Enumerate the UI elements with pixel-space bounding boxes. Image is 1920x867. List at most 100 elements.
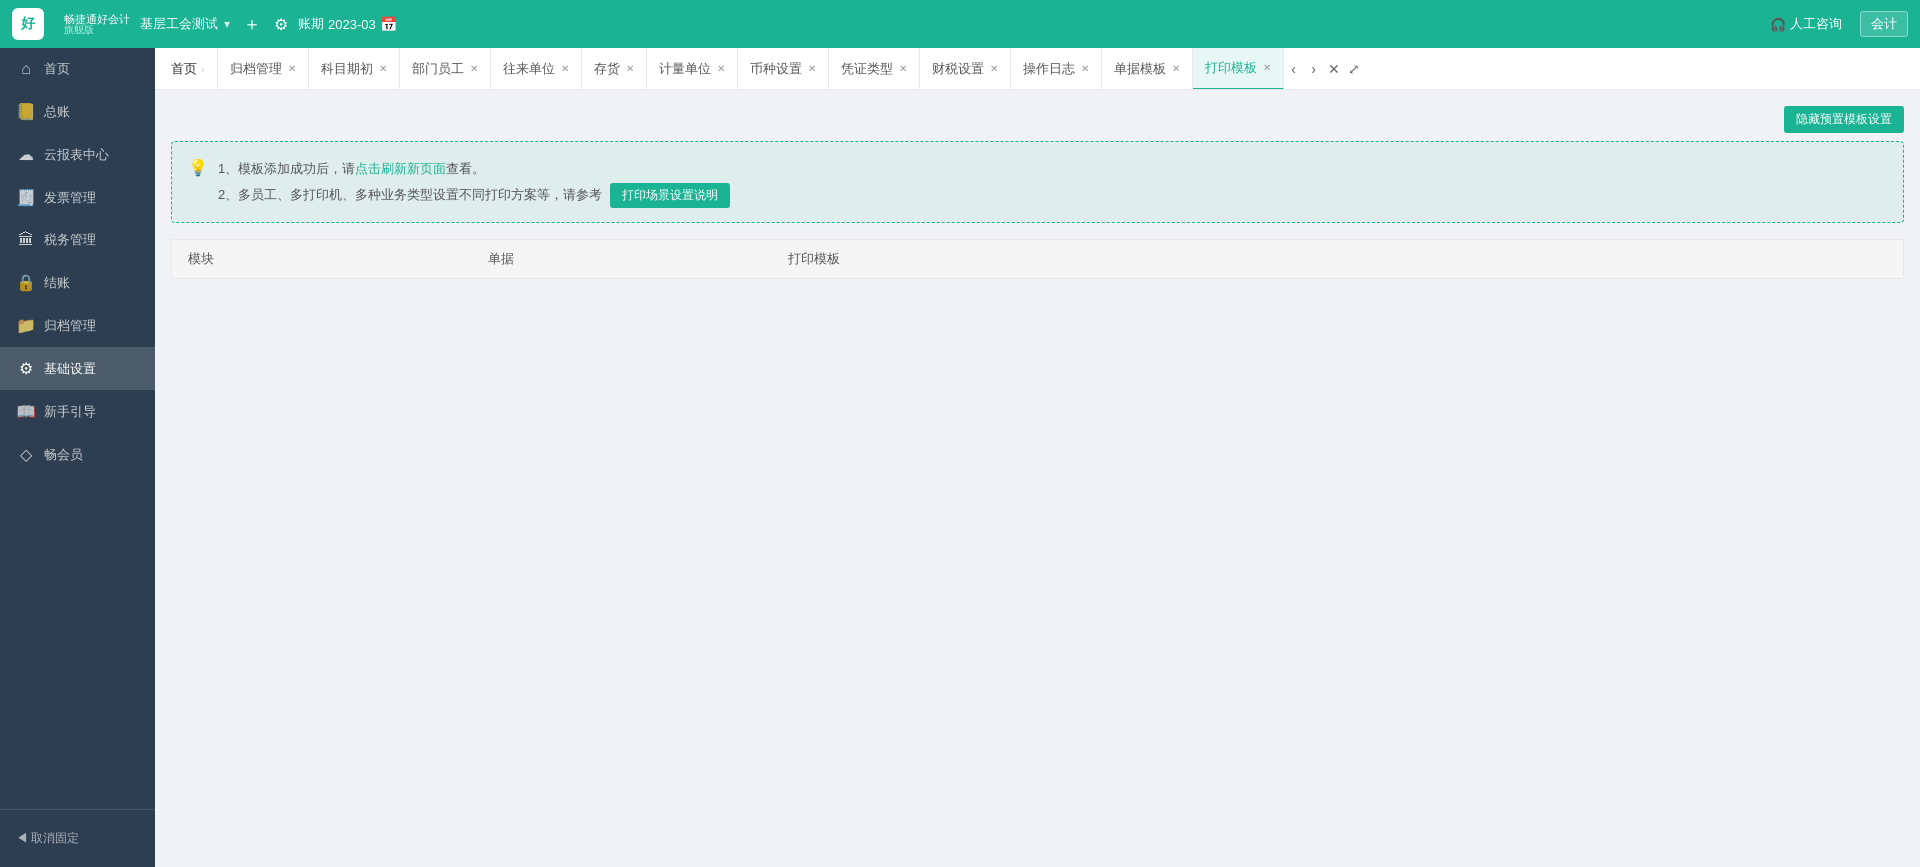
tab-voucher[interactable]: 凭证类型 ✕ (829, 48, 920, 90)
main-area: ⌂ 首页 📒 总账 ☁ 云报表中心 🧾 发票管理 🏛 税务管理 🔒 结账 (0, 48, 1920, 867)
lock-icon: 🔒 (16, 273, 36, 292)
tab-next-button[interactable]: › (1304, 48, 1324, 90)
tab-close-taxset[interactable]: ✕ (990, 63, 998, 74)
company-name: 基层工会测试 (140, 15, 218, 33)
tab-close-currency[interactable]: ✕ (808, 63, 816, 74)
sidebar-label-closing: 结账 (44, 274, 70, 292)
logo-area: 好 (12, 8, 44, 40)
print-scene-button[interactable]: 打印场景设置说明 (610, 183, 730, 208)
hide-template-button[interactable]: 隐藏预置模板设置 (1784, 106, 1904, 133)
tab-close-all-button[interactable]: ✕ (1324, 48, 1344, 90)
calendar-icon[interactable]: 📅 (380, 16, 397, 32)
tab-close-subject[interactable]: ✕ (379, 63, 387, 74)
refresh-link[interactable]: 点击刷新新页面 (355, 161, 446, 176)
info-line2: 2、多员工、多打印机、多种业务类型设置不同打印方案等，请参考 打印场景设置说明 (218, 182, 734, 208)
sidebar-item-home[interactable]: ⌂ 首页 (0, 48, 155, 90)
tab-label-unit: 计量单位 (659, 60, 711, 78)
info-line2-prefix: 2、多员工、多打印机、多种业务类型设置不同打印方案等，请参考 (218, 187, 602, 202)
sidebar-label-invoice: 发票管理 (44, 189, 96, 207)
tax-icon: 🏛 (16, 231, 36, 249)
tab-label-vendor: 往来单位 (503, 60, 555, 78)
tab-close-singledoc[interactable]: ✕ (1172, 63, 1180, 74)
unpin-button[interactable]: ◀ 取消固定 (0, 822, 155, 855)
tab-label-home: 首页 (171, 60, 197, 78)
home-icon: ⌂ (16, 60, 36, 78)
sidebar-item-basic[interactable]: ⚙ 基础设置 (0, 347, 155, 390)
sidebar-item-ledger[interactable]: 📒 总账 (0, 90, 155, 133)
sidebar-bottom: ◀ 取消固定 (0, 809, 155, 867)
tab-prev-button[interactable]: ‹ (1284, 48, 1304, 90)
ledger-icon: 📒 (16, 102, 36, 121)
tab-singledoc[interactable]: 单据模板 ✕ (1102, 48, 1193, 90)
logo-text: 畅捷通好会计 旗舰版 (64, 14, 130, 35)
info-box-content: 💡 1、模板添加成功后，请点击刷新新页面查看。 2、多员工、多打印机、多种业务类… (188, 156, 1887, 208)
tab-close-oplog[interactable]: ✕ (1081, 63, 1089, 74)
tab-department[interactable]: 部门员工 ✕ (400, 48, 491, 90)
sidebar-spacer (0, 476, 155, 809)
info-box: 💡 1、模板添加成功后，请点击刷新新页面查看。 2、多员工、多打印机、多种业务类… (171, 141, 1904, 223)
unpin-label: ◀ 取消固定 (16, 830, 79, 847)
tab-close-voucher[interactable]: ✕ (899, 63, 907, 74)
sidebar-label-member: 畅会员 (44, 446, 83, 464)
sidebar-label-tax: 税务管理 (44, 231, 96, 249)
tab-label-currency: 币种设置 (750, 60, 802, 78)
app-version: 旗舰版 (64, 25, 130, 35)
archive-icon: 📁 (16, 316, 36, 335)
tab-home[interactable]: 首页 › (159, 48, 218, 90)
sidebar: ⌂ 首页 📒 总账 ☁ 云报表中心 🧾 发票管理 🏛 税务管理 🔒 结账 (0, 48, 155, 867)
tab-printtemplate[interactable]: 打印模板 ✕ (1193, 48, 1284, 90)
tab-close-archive[interactable]: ✕ (288, 63, 296, 74)
sidebar-item-tax[interactable]: 🏛 税务管理 (0, 219, 155, 261)
sidebar-item-invoice[interactable]: 🧾 发票管理 (0, 176, 155, 219)
sidebar-item-archive[interactable]: 📁 归档管理 (0, 304, 155, 347)
col-singledoc: 单据 (472, 240, 772, 278)
tab-label-subject: 科目期初 (321, 60, 373, 78)
tab-close-printtemplate[interactable]: ✕ (1263, 62, 1271, 73)
tab-inventory[interactable]: 存货 ✕ (582, 48, 647, 90)
info-line1-prefix: 1、模板添加成功后，请 (218, 161, 355, 176)
chevron-down-icon: ▾ (224, 17, 230, 31)
info-line1: 1、模板添加成功后，请点击刷新新页面查看。 (218, 156, 734, 182)
sidebar-item-closing[interactable]: 🔒 结账 (0, 261, 155, 304)
settings-button[interactable]: ⚙ (274, 15, 288, 34)
sidebar-item-guide[interactable]: 📖 新手引导 (0, 390, 155, 433)
cloud-icon: ☁ (16, 145, 36, 164)
sidebar-label-basic: 基础设置 (44, 360, 96, 378)
tab-close-inventory[interactable]: ✕ (626, 63, 634, 74)
tab-oplog[interactable]: 操作日志 ✕ (1011, 48, 1102, 90)
period-info: 账期 2023-03 📅 (298, 15, 397, 33)
help-label: 人工咨询 (1790, 15, 1842, 33)
tab-archive[interactable]: 归档管理 ✕ (218, 48, 309, 90)
account-button[interactable]: 会计 (1860, 11, 1908, 37)
sidebar-label-archive: 归档管理 (44, 317, 96, 335)
app-container: 好 畅捷通好会计 旗舰版 基层工会测试 ▾ ＋ ⚙ 账期 2023-03 📅 🎧… (0, 0, 1920, 867)
sidebar-item-member[interactable]: ◇ 畅会员 (0, 433, 155, 476)
tab-vendor[interactable]: 往来单位 ✕ (491, 48, 582, 90)
tab-label-printtemplate: 打印模板 (1205, 59, 1257, 77)
add-button[interactable]: ＋ (240, 12, 264, 36)
member-icon: ◇ (16, 445, 36, 464)
help-button[interactable]: 🎧 人工咨询 (1762, 11, 1850, 37)
sidebar-label-ledger: 总账 (44, 103, 70, 121)
headset-icon: 🎧 (1770, 17, 1786, 32)
tab-close-unit[interactable]: ✕ (717, 63, 725, 74)
tab-taxset[interactable]: 财税设置 ✕ (920, 48, 1011, 90)
info-text: 1、模板添加成功后，请点击刷新新页面查看。 2、多员工、多打印机、多种业务类型设… (218, 156, 734, 208)
tab-separator-icon: › (201, 63, 205, 75)
col-module: 模块 (172, 240, 472, 278)
app-name: 畅捷通好会计 (64, 14, 130, 25)
tab-close-vendor[interactable]: ✕ (561, 63, 569, 74)
sidebar-item-reports[interactable]: ☁ 云报表中心 (0, 133, 155, 176)
tab-currency[interactable]: 币种设置 ✕ (738, 48, 829, 90)
tab-close-department[interactable]: ✕ (470, 63, 478, 74)
tab-unit[interactable]: 计量单位 ✕ (647, 48, 738, 90)
bulb-icon: 💡 (188, 158, 208, 208)
tab-expand-button[interactable]: ⤢ (1344, 48, 1364, 90)
logo-symbol: 好 (21, 15, 35, 33)
tab-subject[interactable]: 科目期初 ✕ (309, 48, 400, 90)
col-printtemplate: 打印模板 (772, 240, 1903, 278)
company-selector[interactable]: 基层工会测试 ▾ (140, 15, 230, 33)
sidebar-label-guide: 新手引导 (44, 403, 96, 421)
guide-icon: 📖 (16, 402, 36, 421)
info-line1-suffix: 查看。 (446, 161, 485, 176)
